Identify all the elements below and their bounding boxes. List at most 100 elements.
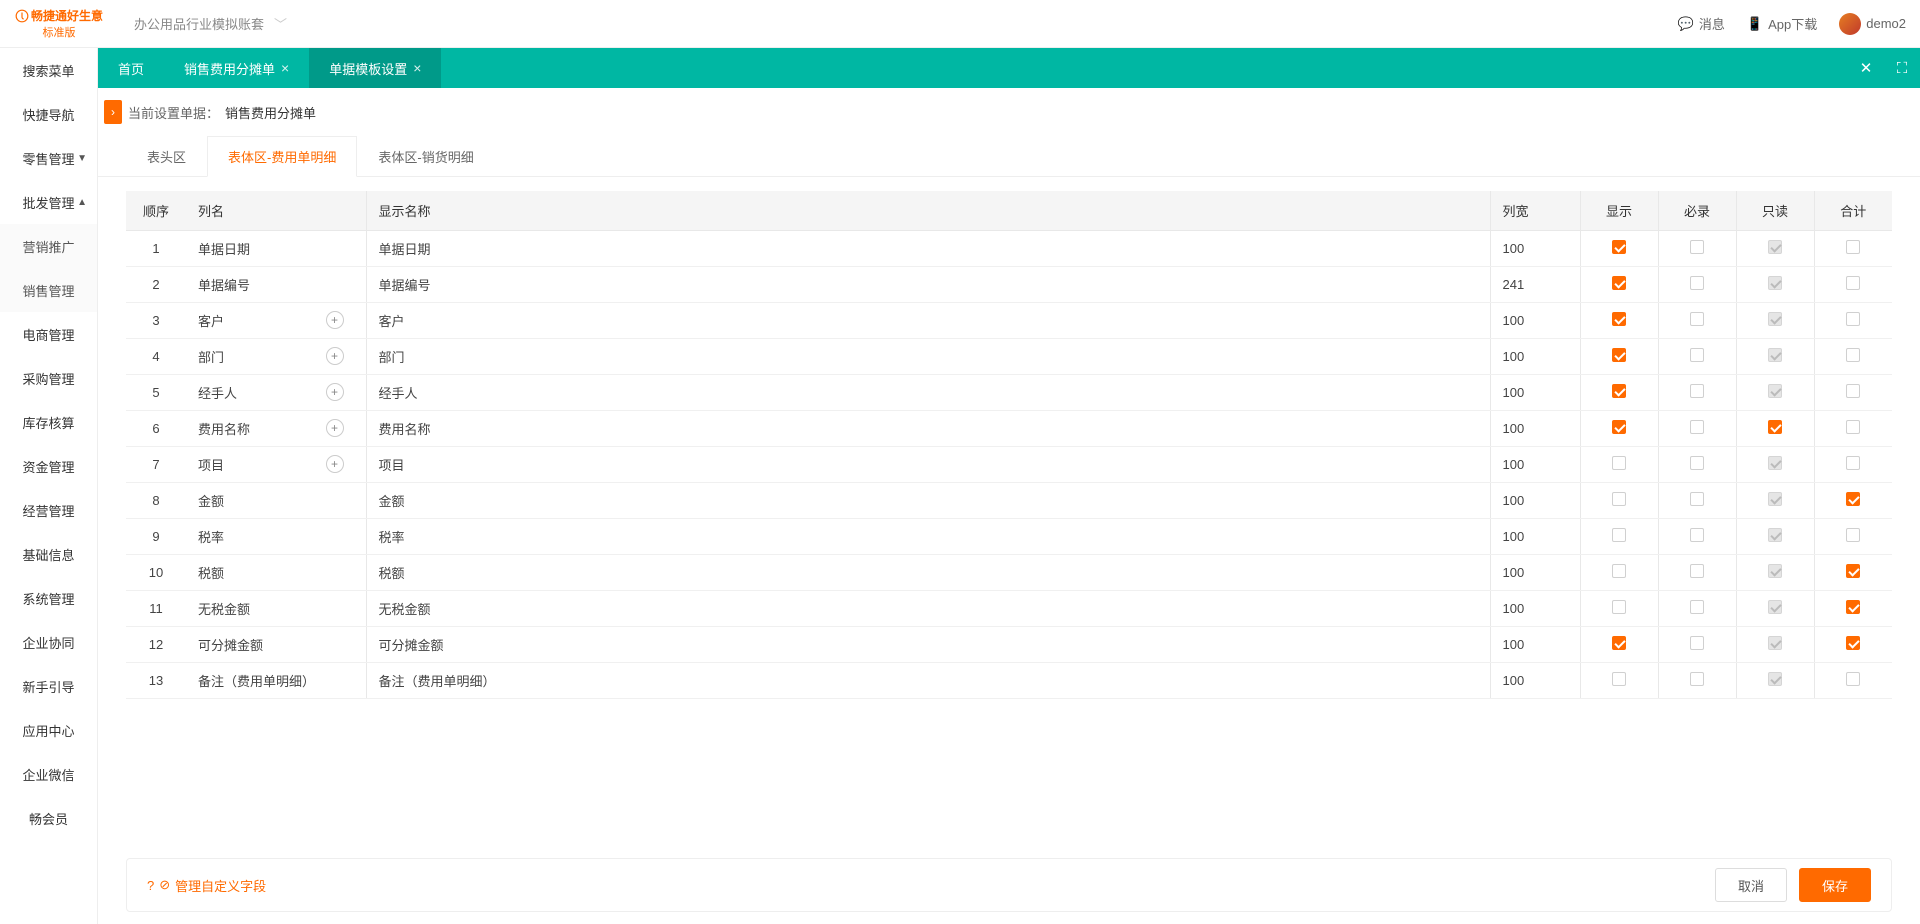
checkbox[interactable] <box>1846 240 1860 254</box>
checkbox[interactable] <box>1690 636 1704 650</box>
checkbox[interactable] <box>1612 564 1626 578</box>
checkbox[interactable] <box>1690 384 1704 398</box>
checkbox[interactable] <box>1612 348 1626 362</box>
checkbox[interactable] <box>1846 384 1860 398</box>
messages-button[interactable]: 💬 消息 <box>1678 14 1725 33</box>
checkbox[interactable] <box>1690 600 1704 614</box>
checkbox[interactable] <box>1846 276 1860 290</box>
cell-display[interactable]: 金额 <box>366 483 1490 519</box>
fullscreen-button[interactable]: ⛶ <box>1884 60 1920 77</box>
cell-display[interactable]: 无税金额 <box>366 591 1490 627</box>
tab[interactable]: 首页 <box>98 48 164 88</box>
cell-width[interactable]: 100 <box>1490 591 1580 627</box>
sidebar-item[interactable]: 批发管理▲ <box>0 180 97 224</box>
sidebar-item[interactable]: 应用中心 <box>0 708 97 752</box>
sidebar-item[interactable]: 零售管理▼ <box>0 136 97 180</box>
cancel-button[interactable]: 取消 <box>1715 868 1787 902</box>
checkbox[interactable] <box>1612 528 1626 542</box>
checkbox[interactable] <box>1690 528 1704 542</box>
checkbox[interactable] <box>1846 456 1860 470</box>
checkbox[interactable] <box>1846 564 1860 578</box>
tab[interactable]: 销售费用分摊单× <box>164 48 309 88</box>
sidebar-item[interactable]: 搜索菜单 <box>0 48 97 92</box>
sub-tab[interactable]: 表体区-销货明细 <box>357 136 494 176</box>
checkbox[interactable] <box>1612 420 1626 434</box>
checkbox[interactable] <box>1690 672 1704 686</box>
collapse-toggle[interactable]: › <box>104 100 122 124</box>
checkbox[interactable] <box>1846 420 1860 434</box>
cell-width[interactable]: 100 <box>1490 627 1580 663</box>
checkbox[interactable] <box>1612 276 1626 290</box>
cell-display[interactable]: 税率 <box>366 519 1490 555</box>
checkbox[interactable] <box>1846 636 1860 650</box>
cell-width[interactable]: 100 <box>1490 483 1580 519</box>
checkbox[interactable] <box>1690 240 1704 254</box>
sidebar-item[interactable]: 电商管理 <box>0 312 97 356</box>
checkbox[interactable] <box>1690 492 1704 506</box>
checkbox[interactable] <box>1690 564 1704 578</box>
cell-display[interactable]: 备注（费用单明细） <box>366 663 1490 699</box>
sidebar-item[interactable]: 畅会员 <box>0 796 97 840</box>
checkbox[interactable] <box>1612 456 1626 470</box>
cell-width[interactable]: 241 <box>1490 267 1580 303</box>
sidebar-item[interactable]: 新手引导 <box>0 664 97 708</box>
save-button[interactable]: 保存 <box>1799 868 1871 902</box>
checkbox[interactable] <box>1846 312 1860 326</box>
sidebar-item[interactable]: 资金管理 <box>0 444 97 488</box>
add-button[interactable]: + <box>326 347 344 365</box>
sidebar-subitem[interactable]: 营销推广 <box>0 224 97 268</box>
checkbox[interactable] <box>1846 672 1860 686</box>
checkbox[interactable] <box>1690 420 1704 434</box>
cell-width[interactable]: 100 <box>1490 303 1580 339</box>
sidebar-item[interactable]: 采购管理 <box>0 356 97 400</box>
cell-display[interactable]: 单据日期 <box>366 231 1490 267</box>
checkbox[interactable] <box>1690 456 1704 470</box>
checkbox[interactable] <box>1846 492 1860 506</box>
sidebar-item[interactable]: 经营管理 <box>0 488 97 532</box>
cell-width[interactable]: 100 <box>1490 411 1580 447</box>
cell-width[interactable]: 100 <box>1490 375 1580 411</box>
checkbox[interactable] <box>1612 492 1626 506</box>
cell-width[interactable]: 100 <box>1490 519 1580 555</box>
cell-width[interactable]: 100 <box>1490 447 1580 483</box>
cell-width[interactable]: 100 <box>1490 555 1580 591</box>
sidebar-item[interactable]: 基础信息 <box>0 532 97 576</box>
checkbox[interactable] <box>1612 636 1626 650</box>
checkbox[interactable] <box>1690 348 1704 362</box>
checkbox[interactable] <box>1612 384 1626 398</box>
close-all-tabs-button[interactable]: ✕ <box>1848 59 1884 77</box>
manage-custom-fields-link[interactable]: ? ⊘ 管理自定义字段 <box>147 876 266 895</box>
sidebar-item[interactable]: 系统管理 <box>0 576 97 620</box>
sidebar-item[interactable]: 库存核算 <box>0 400 97 444</box>
close-icon[interactable]: × <box>281 60 289 76</box>
checkbox[interactable] <box>1690 312 1704 326</box>
sidebar-item[interactable]: 快捷导航 <box>0 92 97 136</box>
checkbox[interactable] <box>1690 276 1704 290</box>
checkbox[interactable] <box>1612 600 1626 614</box>
tab[interactable]: 单据模板设置× <box>309 48 441 88</box>
cell-display[interactable]: 可分摊金额 <box>366 627 1490 663</box>
cell-display[interactable]: 项目 <box>366 447 1490 483</box>
checkbox[interactable] <box>1768 420 1782 434</box>
checkbox[interactable] <box>1846 600 1860 614</box>
cell-display[interactable]: 经手人 <box>366 375 1490 411</box>
close-icon[interactable]: × <box>413 60 421 76</box>
user-menu[interactable]: demo2 <box>1839 13 1906 35</box>
sub-tab[interactable]: 表体区-费用单明细 <box>207 136 357 177</box>
cell-display[interactable]: 单据编号 <box>366 267 1490 303</box>
cell-width[interactable]: 100 <box>1490 231 1580 267</box>
add-button[interactable]: + <box>326 419 344 437</box>
checkbox[interactable] <box>1846 528 1860 542</box>
checkbox[interactable] <box>1612 672 1626 686</box>
cell-display[interactable]: 客户 <box>366 303 1490 339</box>
cell-display[interactable]: 费用名称 <box>366 411 1490 447</box>
add-button[interactable]: + <box>326 311 344 329</box>
sub-tab[interactable]: 表头区 <box>126 136 207 176</box>
cell-display[interactable]: 税额 <box>366 555 1490 591</box>
checkbox[interactable] <box>1612 240 1626 254</box>
account-selector[interactable]: 办公用品行业模拟账套 ﹀ <box>134 14 287 33</box>
sidebar-subitem[interactable]: 销售管理 <box>0 268 97 312</box>
add-button[interactable]: + <box>326 383 344 401</box>
checkbox[interactable] <box>1612 312 1626 326</box>
cell-width[interactable]: 100 <box>1490 663 1580 699</box>
